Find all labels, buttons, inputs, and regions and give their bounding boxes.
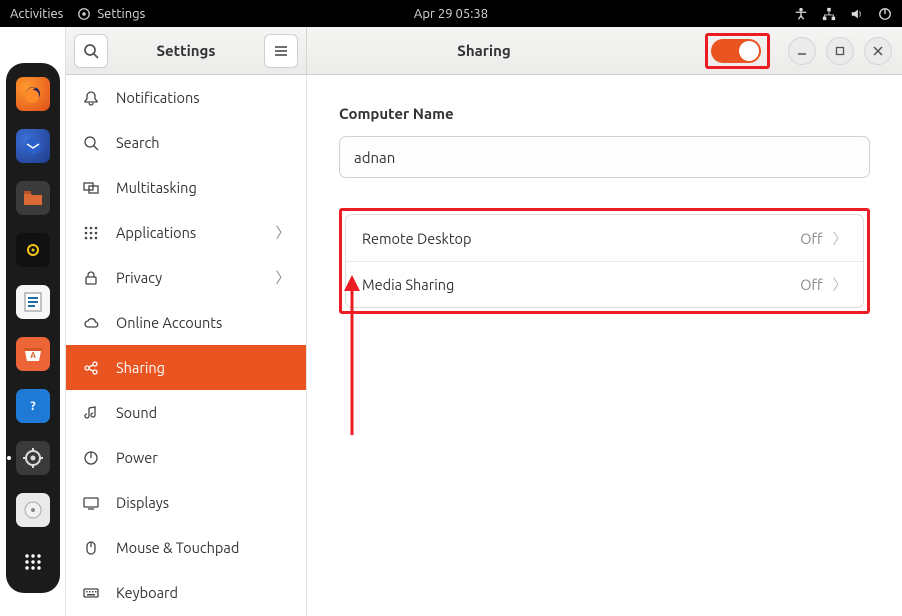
dock-settings-icon[interactable] bbox=[16, 441, 50, 475]
apps-icon bbox=[82, 224, 100, 242]
minimize-button[interactable] bbox=[788, 37, 816, 65]
multitask-icon bbox=[82, 179, 100, 197]
sidebar-item-notifications[interactable]: Notifications bbox=[66, 75, 306, 120]
search-icon bbox=[82, 134, 100, 152]
row-label: Media Sharing bbox=[362, 276, 454, 293]
sidebar-title: Settings bbox=[157, 42, 216, 59]
dock-firefox-icon[interactable] bbox=[16, 77, 50, 111]
dock-libreoffice-icon[interactable] bbox=[16, 285, 50, 319]
sidebar-item-sound[interactable]: Sound bbox=[66, 390, 306, 435]
sidebar-item-online-accounts[interactable]: Online Accounts bbox=[66, 300, 306, 345]
menu-button[interactable] bbox=[264, 34, 298, 68]
dock: A ? bbox=[6, 63, 60, 593]
gear-icon bbox=[77, 7, 91, 21]
headerbar: Settings Sharing bbox=[66, 27, 902, 75]
chevron-right-icon: 〉 bbox=[833, 274, 848, 295]
maximize-button[interactable] bbox=[826, 37, 854, 65]
page-title: Sharing bbox=[457, 42, 510, 59]
row-status: Off bbox=[800, 276, 822, 293]
sidebar-item-keyboard[interactable]: Keyboard bbox=[66, 570, 306, 615]
sidebar-item-search[interactable]: Search bbox=[66, 120, 306, 165]
power-icon[interactable] bbox=[878, 7, 892, 21]
sound-icon bbox=[82, 404, 100, 422]
dock-rhythmbox-icon[interactable] bbox=[16, 233, 50, 267]
row-label: Remote Desktop bbox=[362, 230, 471, 247]
search-button[interactable] bbox=[74, 34, 108, 68]
focused-app-menu[interactable]: Settings bbox=[77, 7, 145, 21]
gnome-topbar: Activities Settings Apr 29 05:38 bbox=[0, 0, 902, 27]
close-button[interactable] bbox=[864, 37, 892, 65]
share-icon bbox=[82, 359, 100, 377]
accessibility-icon[interactable] bbox=[794, 7, 808, 21]
volume-icon[interactable] bbox=[850, 7, 864, 21]
dock-disc-icon[interactable] bbox=[16, 493, 50, 527]
hamburger-icon bbox=[273, 43, 289, 59]
svg-text:A: A bbox=[30, 351, 36, 360]
bell-icon bbox=[82, 89, 100, 107]
sidebar-item-mouse[interactable]: Mouse & Touchpad bbox=[66, 525, 306, 570]
svg-text:?: ? bbox=[30, 400, 35, 413]
chevron-right-icon: 〉 bbox=[276, 267, 291, 288]
keyboard-icon bbox=[82, 584, 100, 602]
row-status: Off bbox=[800, 230, 822, 247]
sidebar-item-applications[interactable]: Applications〉 bbox=[66, 210, 306, 255]
dock-software-icon[interactable]: A bbox=[16, 337, 50, 371]
dock-help-icon[interactable]: ? bbox=[16, 389, 50, 423]
activities-button[interactable]: Activities bbox=[10, 7, 63, 21]
chevron-right-icon: 〉 bbox=[833, 228, 848, 249]
dock-show-apps-icon[interactable] bbox=[16, 545, 50, 579]
dock-area: A ? bbox=[0, 27, 65, 616]
settings-window: Settings Sharing Notifications bbox=[65, 27, 902, 616]
annotation-arrow bbox=[337, 275, 367, 435]
sidebar: Notifications Search Multitasking Applic… bbox=[66, 75, 307, 616]
chevron-right-icon: 〉 bbox=[276, 222, 291, 243]
sidebar-item-privacy[interactable]: Privacy〉 bbox=[66, 255, 306, 300]
power-icon bbox=[82, 449, 100, 467]
sidebar-item-sharing[interactable]: Sharing bbox=[66, 345, 306, 390]
row-media-sharing[interactable]: Media Sharing Off 〉 bbox=[346, 261, 863, 307]
search-icon bbox=[83, 43, 99, 59]
dock-files-icon[interactable] bbox=[16, 181, 50, 215]
sidebar-item-displays[interactable]: Displays bbox=[66, 480, 306, 525]
display-icon bbox=[82, 494, 100, 512]
computer-name-input[interactable] bbox=[339, 136, 870, 178]
network-icon[interactable] bbox=[822, 7, 836, 21]
sidebar-item-multitasking[interactable]: Multitasking bbox=[66, 165, 306, 210]
annotation-highlight-toggle bbox=[705, 33, 770, 69]
lock-icon bbox=[82, 269, 100, 287]
computer-name-label: Computer Name bbox=[339, 105, 870, 122]
row-remote-desktop[interactable]: Remote Desktop Off 〉 bbox=[346, 215, 863, 261]
cloud-icon bbox=[82, 314, 100, 332]
clock[interactable]: Apr 29 05:38 bbox=[414, 7, 488, 21]
annotation-highlight-rows: Remote Desktop Off 〉 Media Sharing Off 〉 bbox=[339, 208, 870, 314]
sharing-master-toggle[interactable] bbox=[711, 39, 761, 63]
dock-thunderbird-icon[interactable] bbox=[16, 129, 50, 163]
sidebar-item-power[interactable]: Power bbox=[66, 435, 306, 480]
mouse-icon bbox=[82, 539, 100, 557]
content-pane: Computer Name Remote Desktop Off 〉 Media… bbox=[307, 75, 902, 616]
